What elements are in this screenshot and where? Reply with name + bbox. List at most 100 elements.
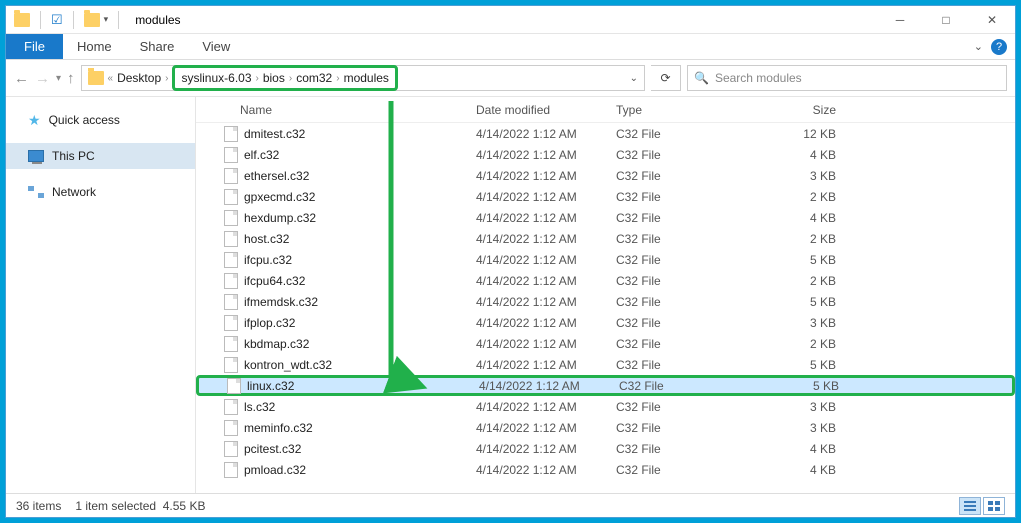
file-type: C32 File [616, 442, 756, 456]
file-row[interactable]: ifplop.c324/14/2022 1:12 AMC32 File3 KB [196, 312, 1015, 333]
file-size: 2 KB [756, 337, 856, 351]
nav-quick-access[interactable]: ★ Quick access [6, 107, 195, 133]
address-bar[interactable]: « Desktop › syslinux-6.03 › bios › com32… [81, 65, 645, 91]
breadcrumb-seg[interactable]: modules [344, 71, 389, 85]
file-date: 4/14/2022 1:12 AM [479, 379, 619, 393]
status-bar: 36 items 1 item selected 4.55 KB [6, 493, 1015, 517]
address-dropdown[interactable]: ⌄ [630, 73, 638, 84]
search-placeholder: Search modules [715, 71, 802, 85]
header-name[interactable]: Name [196, 103, 476, 117]
file-name: ls.c32 [244, 400, 275, 414]
file-row[interactable]: elf.c324/14/2022 1:12 AMC32 File4 KB [196, 144, 1015, 165]
file-row[interactable]: ifcpu64.c324/14/2022 1:12 AMC32 File2 KB [196, 270, 1015, 291]
nav-this-pc[interactable]: This PC [6, 143, 195, 169]
close-button[interactable]: ✕ [969, 6, 1015, 34]
tab-share[interactable]: Share [126, 34, 189, 59]
header-date[interactable]: Date modified [476, 103, 616, 117]
nav-network[interactable]: Network [6, 179, 195, 205]
file-row[interactable]: pmload.c324/14/2022 1:12 AMC32 File4 KB [196, 459, 1015, 480]
body: ★ Quick access This PC Network [6, 96, 1015, 493]
chevron-down-icon[interactable]: ▾ [104, 14, 109, 25]
file-type: C32 File [616, 358, 756, 372]
file-name: gpxecmd.c32 [244, 190, 315, 204]
breadcrumb-seg[interactable]: com32 [296, 71, 332, 85]
file-date: 4/14/2022 1:12 AM [476, 169, 616, 183]
checkmark-icon[interactable]: ☑ [51, 12, 63, 28]
ribbon: File Home Share View ⌄ ? [6, 34, 1015, 60]
up-button[interactable]: ↑ [67, 70, 75, 87]
file-icon [224, 336, 238, 352]
file-row[interactable]: hexdump.c324/14/2022 1:12 AMC32 File4 KB [196, 207, 1015, 228]
minimize-button[interactable]: ─ [877, 6, 923, 34]
nav-label: Network [52, 185, 96, 199]
file-size: 3 KB [756, 400, 856, 414]
nav-arrows: ← → ▾ ↑ [14, 70, 75, 87]
chevron-down-icon[interactable]: ⌄ [974, 40, 983, 53]
file-name: elf.c32 [244, 148, 279, 162]
file-row[interactable]: gpxecmd.c324/14/2022 1:12 AMC32 File2 KB [196, 186, 1015, 207]
file-date: 4/14/2022 1:12 AM [476, 316, 616, 330]
file-type: C32 File [616, 127, 756, 141]
details-view-button[interactable] [959, 497, 981, 515]
file-row[interactable]: kbdmap.c324/14/2022 1:12 AMC32 File2 KB [196, 333, 1015, 354]
file-name: ifcpu.c32 [244, 253, 292, 267]
file-row[interactable]: kontron_wdt.c324/14/2022 1:12 AMC32 File… [196, 354, 1015, 375]
header-type[interactable]: Type [616, 103, 756, 117]
file-type: C32 File [616, 316, 756, 330]
file-row[interactable]: host.c324/14/2022 1:12 AMC32 File2 KB [196, 228, 1015, 249]
search-icon: 🔍 [694, 71, 709, 85]
divider [73, 11, 74, 29]
breadcrumb-seg[interactable]: syslinux-6.03 [181, 71, 251, 85]
file-row[interactable]: ifcpu.c324/14/2022 1:12 AMC32 File5 KB [196, 249, 1015, 270]
maximize-button[interactable]: □ [923, 6, 969, 34]
file-row[interactable]: ifmemdsk.c324/14/2022 1:12 AMC32 File5 K… [196, 291, 1015, 312]
file-date: 4/14/2022 1:12 AM [476, 127, 616, 141]
file-row[interactable]: meminfo.c324/14/2022 1:12 AMC32 File3 KB [196, 417, 1015, 438]
pc-icon [28, 150, 44, 162]
recent-dropdown[interactable]: ▾ [56, 73, 61, 84]
breadcrumb-seg[interactable]: bios [263, 71, 285, 85]
file-icon [224, 168, 238, 184]
file-name: dmitest.c32 [244, 127, 305, 141]
file-type: C32 File [616, 274, 756, 288]
file-type: C32 File [616, 337, 756, 351]
folder-icon[interactable] [84, 13, 100, 27]
header-size[interactable]: Size [756, 103, 856, 117]
file-type: C32 File [616, 295, 756, 309]
file-name: kbdmap.c32 [244, 337, 309, 351]
back-button[interactable]: ← [14, 70, 29, 87]
file-name: ifmemdsk.c32 [244, 295, 318, 309]
tab-home[interactable]: Home [63, 34, 126, 59]
column-headers[interactable]: Name Date modified Type Size [196, 97, 1015, 123]
file-size: 3 KB [756, 316, 856, 330]
file-size: 5 KB [756, 358, 856, 372]
file-menu[interactable]: File [6, 34, 63, 59]
file-name: hexdump.c32 [244, 211, 316, 225]
file-date: 4/14/2022 1:12 AM [476, 442, 616, 456]
file-size: 4 KB [756, 211, 856, 225]
file-size: 2 KB [756, 232, 856, 246]
file-row[interactable]: dmitest.c324/14/2022 1:12 AMC32 File12 K… [196, 123, 1015, 144]
help-icon[interactable]: ? [991, 39, 1007, 55]
file-icon [224, 462, 238, 478]
file-icon [224, 252, 238, 268]
file-icon [224, 147, 238, 163]
forward-button[interactable]: → [35, 70, 50, 87]
file-size: 2 KB [756, 190, 856, 204]
file-row[interactable]: ethersel.c324/14/2022 1:12 AMC32 File3 K… [196, 165, 1015, 186]
file-icon [224, 126, 238, 142]
tab-view[interactable]: View [188, 34, 244, 59]
file-list[interactable]: Name Date modified Type Size dmitest.c32… [196, 97, 1015, 493]
refresh-button[interactable]: ⟳ [651, 65, 681, 91]
search-box[interactable]: 🔍 Search modules [687, 65, 1007, 91]
status-count: 36 items [16, 499, 61, 513]
file-date: 4/14/2022 1:12 AM [476, 463, 616, 477]
file-row[interactable]: ls.c324/14/2022 1:12 AMC32 File3 KB [196, 396, 1015, 417]
file-row[interactable]: pcitest.c324/14/2022 1:12 AMC32 File4 KB [196, 438, 1015, 459]
breadcrumb-root[interactable]: Desktop [117, 71, 161, 85]
file-date: 4/14/2022 1:12 AM [476, 190, 616, 204]
file-row[interactable]: linux.c324/14/2022 1:12 AMC32 File5 KB [196, 375, 1015, 396]
file-size: 3 KB [756, 421, 856, 435]
icons-view-button[interactable] [983, 497, 1005, 515]
file-type: C32 File [616, 400, 756, 414]
